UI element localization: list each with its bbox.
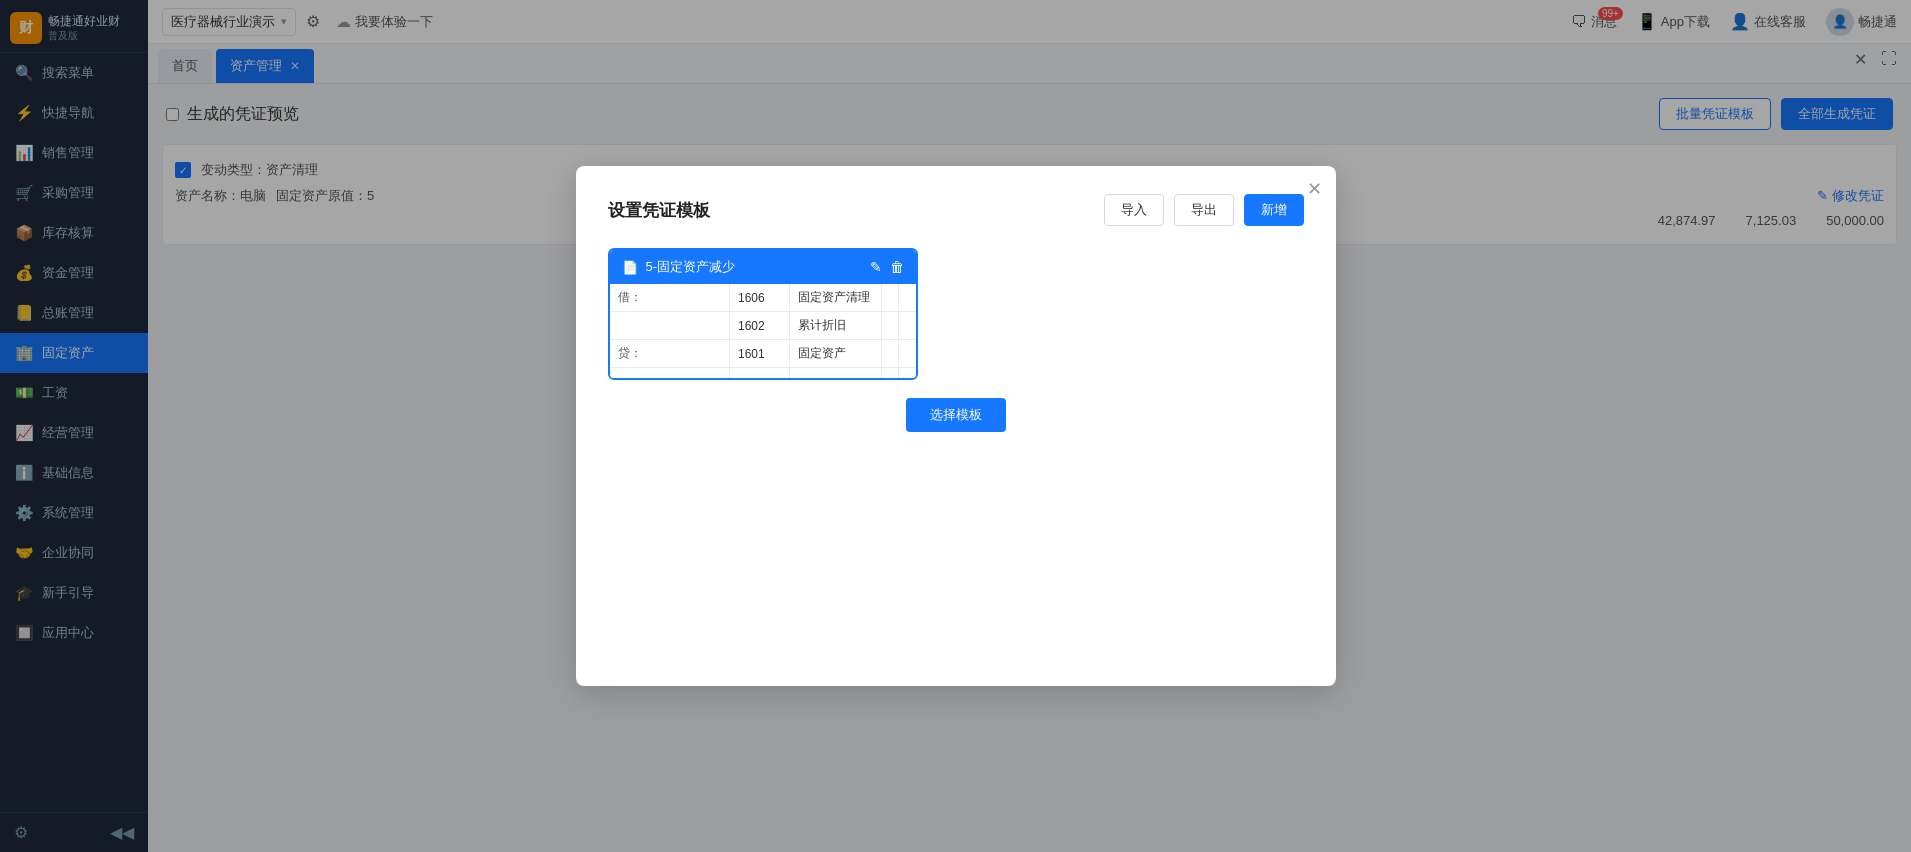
modal-header: 设置凭证模板 导入 导出 新增 bbox=[608, 194, 1304, 226]
template-card-body: 借： 1606 固定资产清理 1602 累计折旧 贷： bbox=[610, 284, 916, 378]
new-btn[interactable]: 新增 bbox=[1244, 194, 1304, 226]
modal-header-actions: 导入 导出 新增 bbox=[1104, 194, 1304, 226]
template-edit-icon[interactable]: ✎ bbox=[870, 259, 882, 275]
entry-account: 累计折旧 bbox=[790, 312, 882, 340]
template-card-title: 5-固定资产减少 bbox=[646, 258, 736, 276]
entry-code: 1606 bbox=[730, 284, 790, 312]
template-card-title-area: 📄 5-固定资产减少 bbox=[622, 258, 736, 276]
entry-account: 固定资产清理 bbox=[790, 284, 882, 312]
table-row: 1602 累计折旧 bbox=[610, 312, 916, 340]
table-row bbox=[610, 368, 916, 379]
select-template-btn[interactable]: 选择模板 bbox=[906, 398, 1006, 432]
template-doc-icon: 📄 bbox=[622, 260, 638, 275]
entry-debit bbox=[881, 368, 898, 379]
entry-code: 1602 bbox=[730, 312, 790, 340]
template-table: 借： 1606 固定资产清理 1602 累计折旧 贷： bbox=[610, 284, 916, 378]
entry-direction: 借： bbox=[610, 284, 730, 312]
entry-debit bbox=[881, 312, 898, 340]
entry-direction bbox=[610, 368, 730, 379]
entry-credit bbox=[899, 284, 916, 312]
modal-close-btn[interactable]: ✕ bbox=[1307, 180, 1322, 198]
template-card-actions: ✎ 🗑 bbox=[870, 259, 904, 275]
entry-credit bbox=[899, 368, 916, 379]
entry-code: 1601 bbox=[730, 340, 790, 368]
entry-debit bbox=[881, 340, 898, 368]
entry-credit bbox=[899, 312, 916, 340]
import-btn[interactable]: 导入 bbox=[1104, 194, 1164, 226]
entry-direction: 贷： bbox=[610, 340, 730, 368]
modal-title: 设置凭证模板 bbox=[608, 199, 710, 222]
template-card: 📄 5-固定资产减少 ✎ 🗑 借： 1606 固定资产清理 bbox=[608, 248, 918, 380]
export-btn[interactable]: 导出 bbox=[1174, 194, 1234, 226]
entry-account: 固定资产 bbox=[790, 340, 882, 368]
modal-set-voucher-template: ✕ 设置凭证模板 导入 导出 新增 📄 5-固定资产减少 ✎ 🗑 借： bbox=[576, 166, 1336, 686]
table-row: 贷： 1601 固定资产 bbox=[610, 340, 916, 368]
table-row: 借： 1606 固定资产清理 bbox=[610, 284, 916, 312]
entry-code bbox=[730, 368, 790, 379]
template-card-header: 📄 5-固定资产减少 ✎ 🗑 bbox=[610, 250, 916, 284]
entry-credit bbox=[899, 340, 916, 368]
entry-account bbox=[790, 368, 882, 379]
template-delete-icon[interactable]: 🗑 bbox=[890, 259, 904, 275]
entry-direction bbox=[610, 312, 730, 340]
entry-debit bbox=[881, 284, 898, 312]
